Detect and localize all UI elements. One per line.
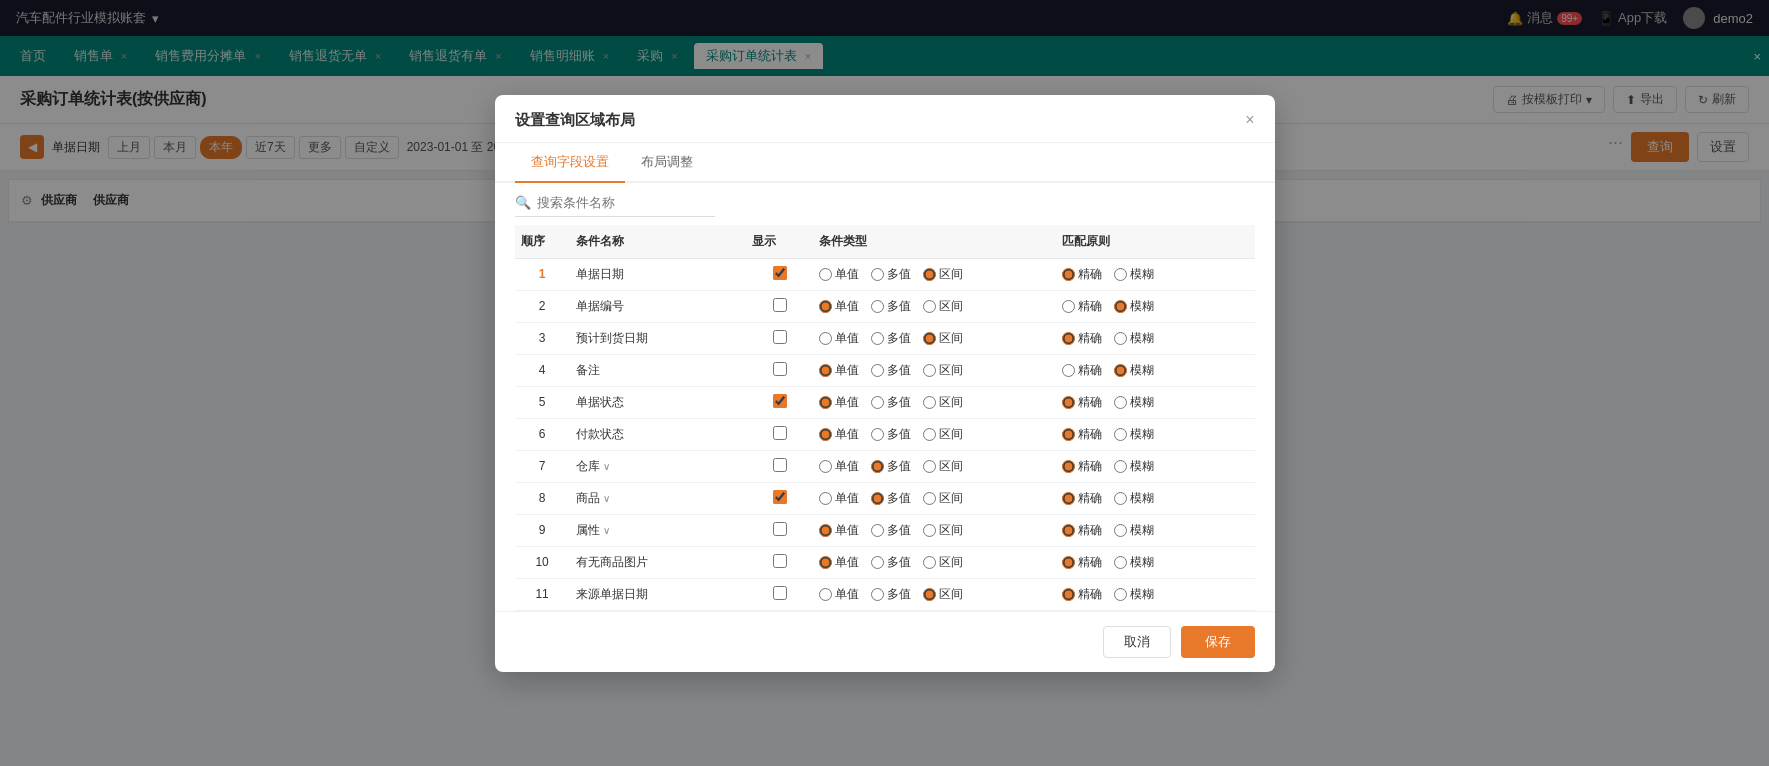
search-icon: 🔍 xyxy=(515,195,531,210)
dialog-tab-query-fields[interactable]: 查询字段设置 xyxy=(515,143,625,183)
settings-dialog: 设置查询区域布局 × 查询字段设置 布局调整 🔍 顺序 xyxy=(495,95,1275,232)
dialog-tab-layout[interactable]: 布局调整 xyxy=(625,143,709,183)
dialog-title: 设置查询区域布局 xyxy=(515,111,635,130)
modal-overlay: 设置查询区域布局 × 查询字段设置 布局调整 🔍 顺序 xyxy=(0,0,1769,231)
dialog-search-area: 🔍 xyxy=(495,183,1275,225)
search-box: 🔍 xyxy=(515,195,715,217)
dialog-tabs: 查询字段设置 布局调整 xyxy=(495,143,1275,183)
search-input[interactable] xyxy=(537,195,715,210)
settings-table-head: 顺序 条件名称 显示 条件类型 匹配原则 xyxy=(515,225,1255,232)
settings-table: 顺序 条件名称 显示 条件类型 匹配原则 1单据日期单值多值区间精确模糊2单据编… xyxy=(495,225,1275,232)
dialog-close-button[interactable]: × xyxy=(1245,111,1254,129)
col-header-type: 条件类型 xyxy=(813,225,1056,232)
col-header-show: 显示 xyxy=(746,225,812,232)
col-header-match: 匹配原则 xyxy=(1056,225,1255,232)
dialog-tab-layout-label: 布局调整 xyxy=(641,154,693,169)
col-header-name: 条件名称 xyxy=(570,225,747,232)
dialog-tab-query-fields-label: 查询字段设置 xyxy=(531,154,609,169)
dialog-header: 设置查询区域布局 × xyxy=(495,95,1275,143)
col-header-order: 顺序 xyxy=(515,225,570,232)
